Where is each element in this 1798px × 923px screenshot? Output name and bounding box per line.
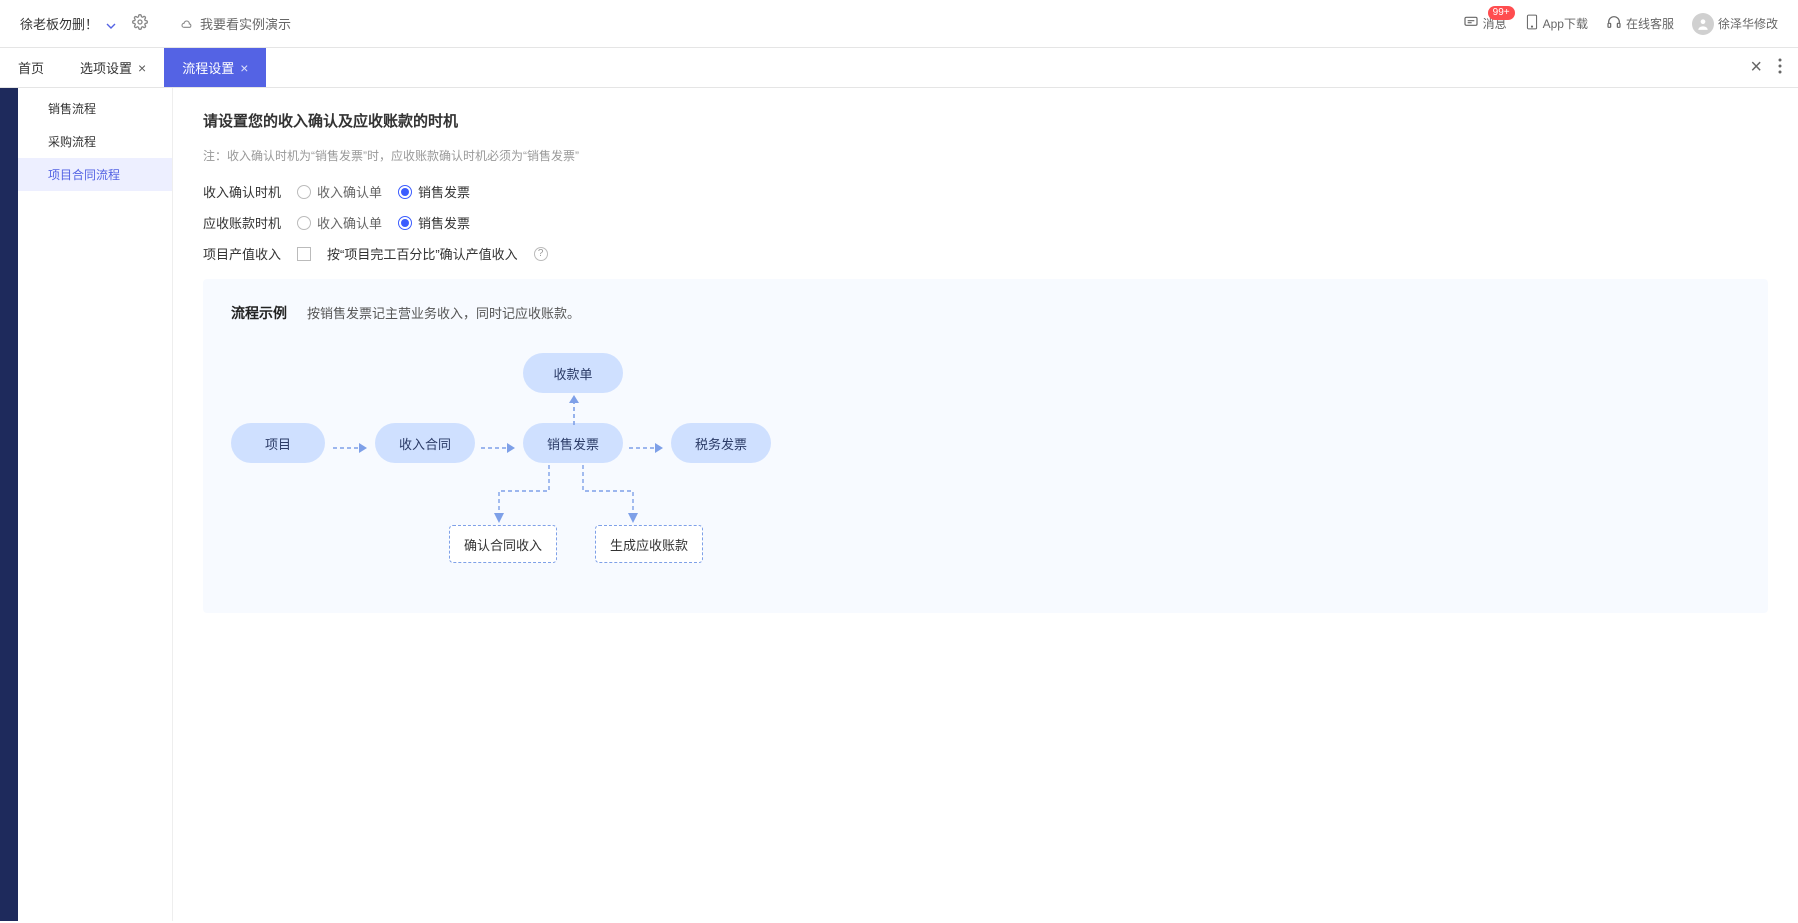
checkbox-label: 按“项目完工百分比”确认产值收入 — [327, 244, 518, 263]
radio-icon — [398, 185, 412, 199]
close-all-tabs-icon[interactable]: × — [1740, 56, 1772, 79]
sidebar-item-purchase[interactable]: 采购流程 — [18, 125, 172, 158]
tab-home-label: 首页 — [18, 58, 44, 77]
gear-icon[interactable] — [132, 14, 148, 33]
row-income-confirm: 收入确认时机 收入确认单 销售发票 — [203, 182, 1768, 201]
tabs-right-controls: × — [1740, 48, 1798, 87]
messages-button[interactable]: 消息 99+ — [1463, 14, 1507, 33]
arrow-icon — [629, 441, 663, 455]
flow-diagram: 项目 收入合同 销售发票 税务发票 收款单 — [231, 353, 1740, 573]
radio-label: 收入确认单 — [317, 182, 382, 201]
node-confirm-contract-income: 确认合同收入 — [449, 525, 557, 563]
sidebar: 销售流程 采购流程 项目合同流程 — [18, 88, 173, 921]
cloud-icon — [178, 16, 194, 31]
company-name: 徐老板勿删！ — [20, 14, 98, 33]
message-icon — [1463, 14, 1479, 33]
row-income-label: 收入确认时机 — [203, 182, 281, 201]
demo-link[interactable]: 我要看实例演示 — [178, 14, 291, 33]
arrow-icon — [333, 441, 367, 455]
tab-flow-label: 流程设置 — [182, 58, 234, 77]
arrow-icon — [481, 441, 515, 455]
flow-description: 按销售发票记主营业务收入，同时记应收账款。 — [307, 303, 580, 322]
row-project-value-label: 项目产值收入 — [203, 244, 281, 263]
support-button[interactable]: 在线客服 — [1606, 14, 1674, 33]
user-menu[interactable]: 徐泽华修改 — [1692, 13, 1778, 35]
app-download-label: App下载 — [1543, 15, 1588, 32]
dashed-arrow-icon — [581, 465, 641, 523]
app-download-button[interactable]: App下载 — [1525, 14, 1588, 33]
node-income-contract: 收入合同 — [375, 423, 475, 463]
checkbox-project-percent[interactable] — [297, 247, 311, 261]
flow-header: 流程示例 按销售发票记主营业务收入，同时记应收账款。 — [231, 303, 1740, 323]
close-icon[interactable]: × — [240, 60, 248, 76]
note-text: 注：收入确认时机为“销售发票”时，应收账款确认时机必须为“销售发票” — [203, 147, 1768, 164]
avatar-icon — [1692, 13, 1714, 35]
chevron-down-icon — [106, 19, 116, 29]
tab-options[interactable]: 选项设置 × — [62, 48, 164, 87]
close-icon[interactable]: × — [138, 60, 146, 76]
top-toolbar: 徐老板勿删！ 我要看实例演示 消息 99+ App下载 — [0, 0, 1798, 48]
dashed-arrow-icon — [491, 465, 551, 523]
radio-label: 销售发票 — [418, 182, 470, 201]
tab-flow-settings[interactable]: 流程设置 × — [164, 48, 266, 87]
flow-example-panel: 流程示例 按销售发票记主营业务收入，同时记应收账款。 项目 收入合同 销售发票 … — [203, 279, 1768, 613]
radio-receivable-confirm-order[interactable]: 收入确认单 — [297, 213, 382, 232]
page-title: 请设置您的收入确认及应收账款的时机 — [203, 110, 1768, 131]
row-receivable-label: 应收账款时机 — [203, 213, 281, 232]
arrow-up-icon — [567, 395, 581, 425]
radio-icon — [297, 185, 311, 199]
radio-income-confirm-order[interactable]: 收入确认单 — [297, 182, 382, 201]
headset-icon — [1606, 14, 1622, 33]
sidebar-item-sales[interactable]: 销售流程 — [18, 92, 172, 125]
sidebar-item-project-contract[interactable]: 项目合同流程 — [18, 158, 172, 191]
demo-link-label: 我要看实例演示 — [200, 14, 291, 33]
phone-icon — [1525, 14, 1539, 33]
radio-label: 销售发票 — [418, 213, 470, 232]
node-tax-invoice: 税务发票 — [671, 423, 771, 463]
tab-home[interactable]: 首页 — [0, 48, 62, 87]
support-label: 在线客服 — [1626, 15, 1674, 32]
more-icon[interactable] — [1772, 58, 1788, 77]
node-project: 项目 — [231, 423, 325, 463]
tab-options-label: 选项设置 — [80, 58, 132, 77]
main-layout: 销售流程 采购流程 项目合同流程 请设置您的收入确认及应收账款的时机 注：收入确… — [0, 88, 1798, 921]
radio-label: 收入确认单 — [317, 213, 382, 232]
messages-badge: 99+ — [1488, 6, 1515, 20]
radio-icon — [297, 216, 311, 230]
node-sales-invoice: 销售发票 — [523, 423, 623, 463]
left-edge-bar — [0, 88, 18, 921]
content-area: 请设置您的收入确认及应收账款的时机 注：收入确认时机为“销售发票”时，应收账款确… — [173, 88, 1798, 921]
user-name-label: 徐泽华修改 — [1718, 15, 1778, 32]
row-project-value: 项目产值收入 按“项目完工百分比”确认产值收入 ? — [203, 244, 1768, 263]
row-receivable: 应收账款时机 收入确认单 销售发票 — [203, 213, 1768, 232]
top-right-actions: 消息 99+ App下载 在线客服 徐泽华修改 — [1463, 13, 1778, 35]
node-generate-receivable: 生成应收账款 — [595, 525, 703, 563]
flow-title: 流程示例 — [231, 303, 287, 323]
company-selector[interactable]: 徐老板勿删！ — [20, 14, 116, 33]
radio-icon — [398, 216, 412, 230]
help-icon[interactable]: ? — [534, 247, 548, 261]
node-receipt: 收款单 — [523, 353, 623, 393]
radio-income-sales-invoice[interactable]: 销售发票 — [398, 182, 470, 201]
tabs-bar: 首页 选项设置 × 流程设置 × × — [0, 48, 1798, 88]
radio-receivable-sales-invoice[interactable]: 销售发票 — [398, 213, 470, 232]
